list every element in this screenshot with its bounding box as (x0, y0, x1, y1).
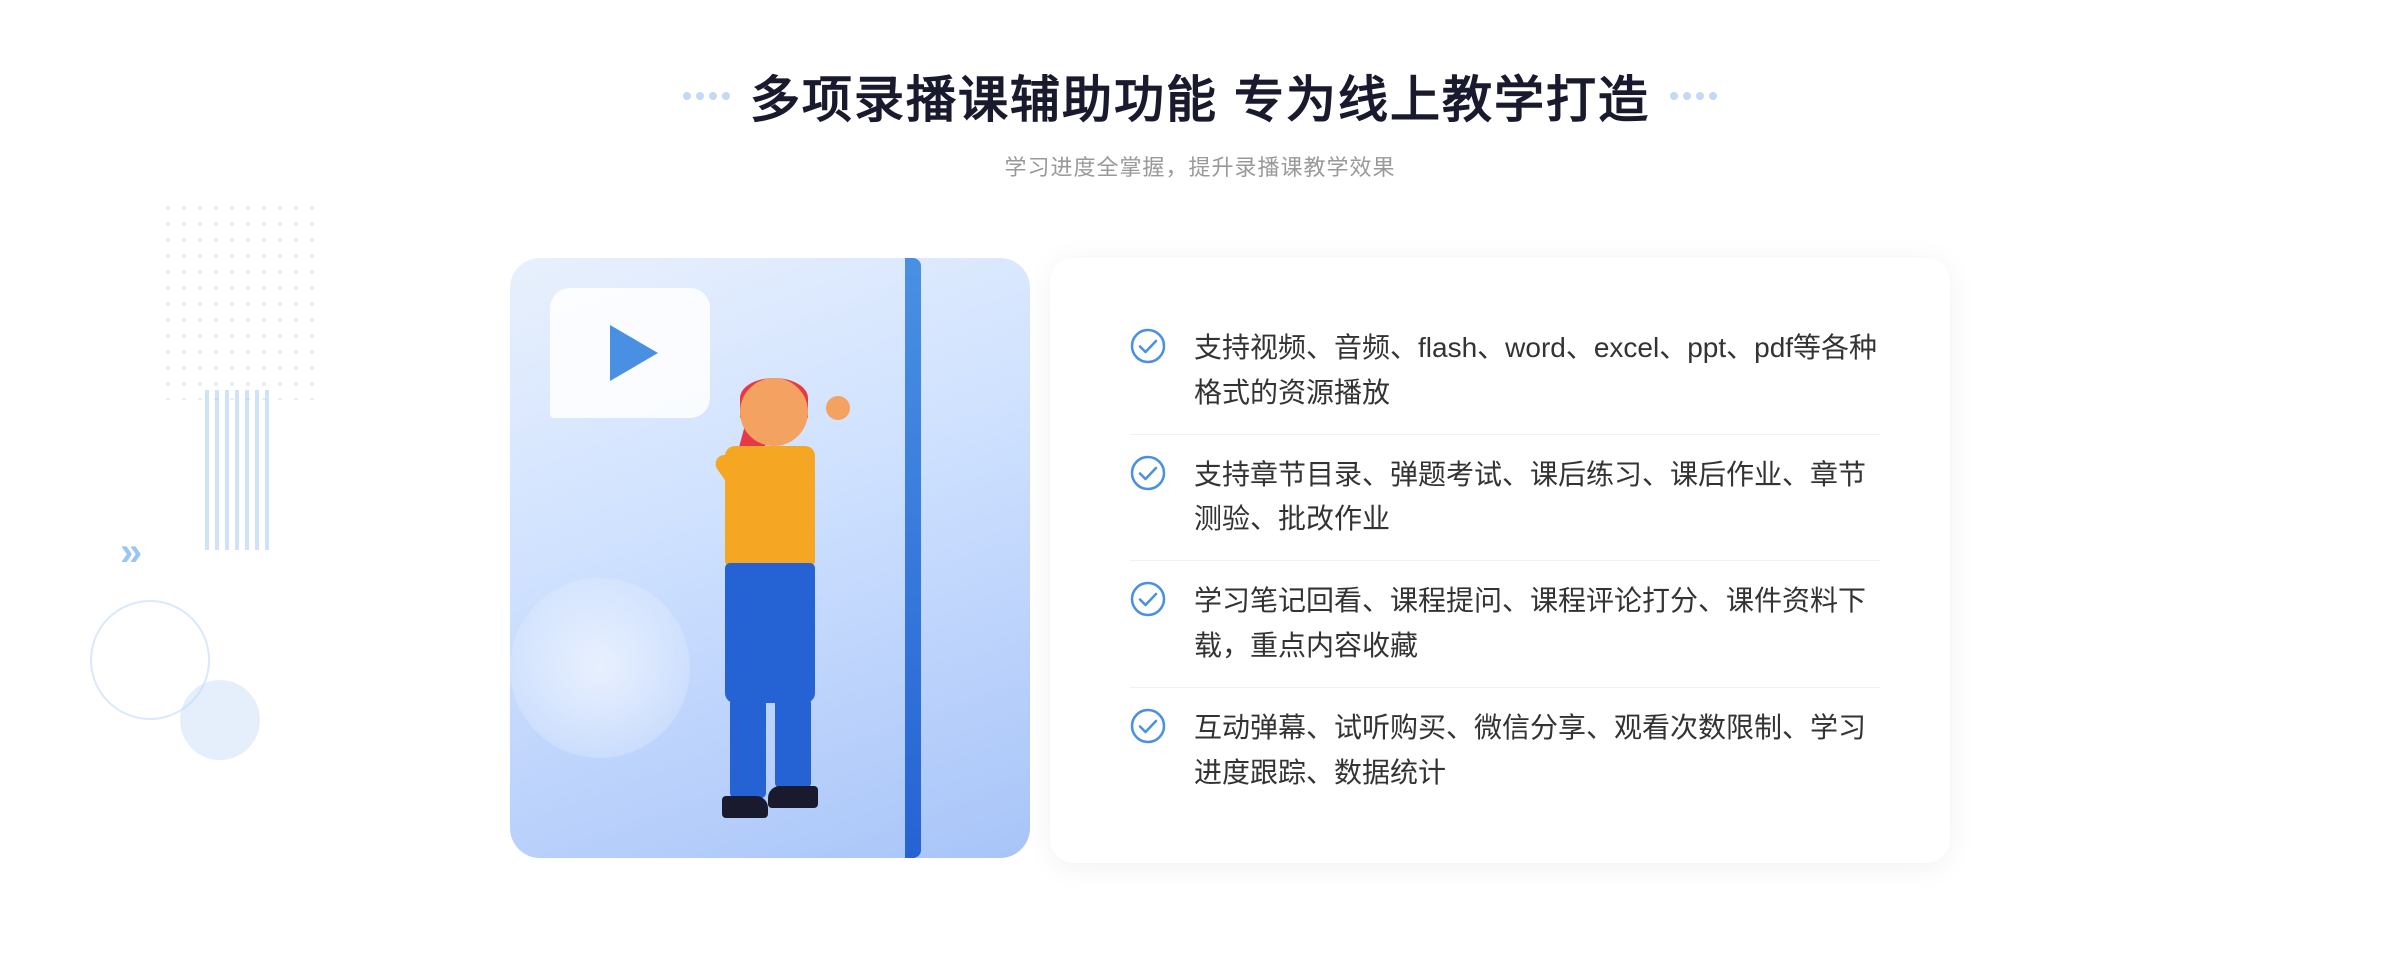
circle-solid-decoration (180, 680, 260, 760)
content-area: 支持视频、音频、flash、word、excel、ppt、pdf等各种格式的资源… (450, 228, 1950, 888)
illustration-wrapper (450, 228, 1070, 888)
feature-text-4: 互动弹幕、试听购买、微信分享、观看次数限制、学习进度跟踪、数据统计 (1194, 706, 1880, 796)
chevron-left-icon: » (120, 530, 142, 575)
person-body (725, 446, 815, 566)
person-hand-raised (826, 396, 850, 420)
person-figure (630, 378, 890, 858)
blue-side-bar (905, 258, 921, 858)
person-shoe-right (768, 786, 818, 808)
person-shoe-left (722, 796, 768, 818)
check-icon-1 (1130, 328, 1166, 364)
feature-text-1: 支持视频、音频、flash、word、excel、ppt、pdf等各种格式的资源… (1194, 326, 1880, 416)
page-title: 多项录播课辅助功能 专为线上教学打造 (750, 60, 1650, 132)
person-leg-right (775, 698, 811, 788)
stripes-decoration (205, 390, 275, 550)
feature-item-2: 支持章节目录、弹题考试、课后练习、课后作业、章节测验、批改作业 (1130, 435, 1880, 562)
header-dots-right (1670, 92, 1717, 100)
features-panel: 支持视频、音频、flash、word、excel、ppt、pdf等各种格式的资源… (1050, 258, 1950, 863)
check-icon-4 (1130, 708, 1166, 744)
person-head (740, 378, 808, 446)
feature-text-2: 支持章节目录、弹题考试、课后练习、课后作业、章节测验、批改作业 (1194, 453, 1880, 543)
feature-text-3: 学习笔记回看、课程提问、课程评论打分、课件资料下载，重点内容收藏 (1194, 579, 1880, 669)
play-icon (610, 325, 658, 381)
page-header: 多项录播课辅助功能 专为线上教学打造 学习进度全掌握，提升录播课教学效果 (683, 60, 1717, 182)
check-icon-3 (1130, 581, 1166, 617)
dots-decoration-left (160, 200, 320, 400)
header-dots-left (683, 92, 730, 100)
person-pants (725, 563, 815, 703)
header-title-wrapper: 多项录播课辅助功能 专为线上教学打造 (683, 60, 1717, 132)
page-wrapper: » 多项录播课辅助功能 专为线上教学打造 学习进度全掌握，提升录播课教学效果 (0, 0, 2400, 974)
page-subtitle: 学习进度全掌握，提升录播课教学效果 (683, 150, 1717, 182)
feature-item-3: 学习笔记回看、课程提问、课程评论打分、课件资料下载，重点内容收藏 (1130, 561, 1880, 688)
check-icon-2 (1130, 455, 1166, 491)
person-leg-left (730, 698, 766, 798)
feature-item-1: 支持视频、音频、flash、word、excel、ppt、pdf等各种格式的资源… (1130, 308, 1880, 435)
feature-item-4: 互动弹幕、试听购买、微信分享、观看次数限制、学习进度跟踪、数据统计 (1130, 688, 1880, 814)
